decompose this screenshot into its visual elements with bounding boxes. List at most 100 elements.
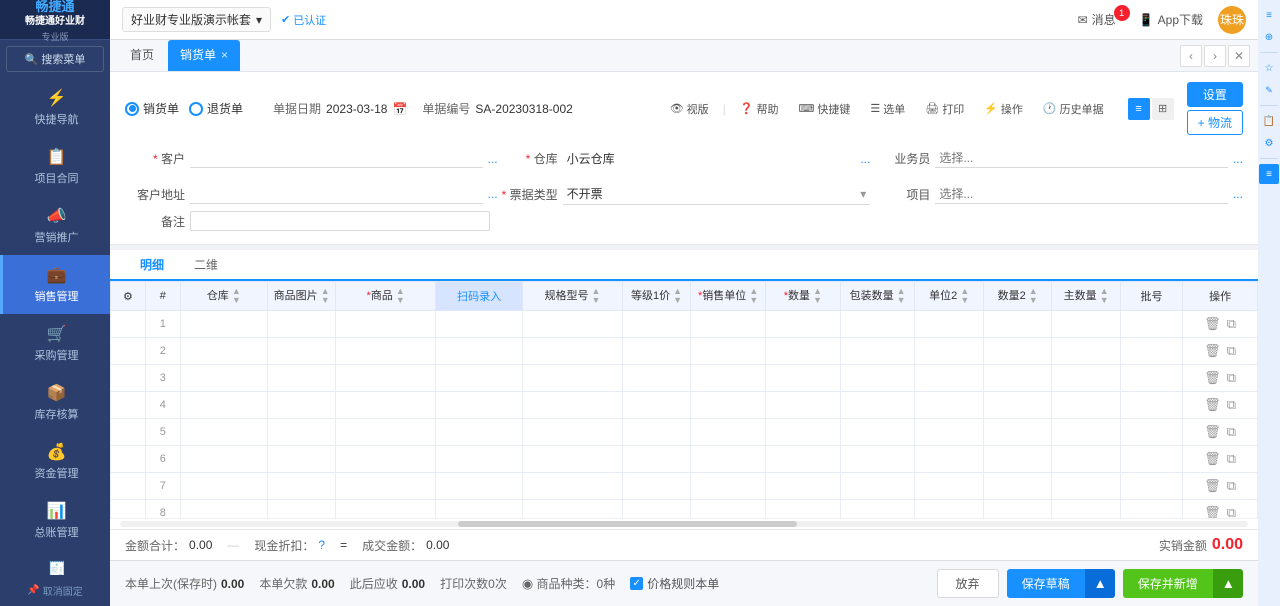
row-pack[interactable] [840, 338, 915, 365]
row-delete-btn[interactable]: 🗑 [1203, 342, 1222, 360]
rp-btn-6[interactable]: ⚙ [1259, 133, 1279, 153]
radio-return[interactable]: 退货单 [189, 100, 243, 117]
sidebar-item-marketing[interactable]: 📣 营销推广 [0, 196, 110, 255]
shortcut-btn[interactable]: ⌨ 快捷键 [792, 99, 856, 119]
operations-btn[interactable]: ⚡ 操作 [978, 99, 1029, 119]
row-entry[interactable] [436, 338, 523, 365]
row-qty2[interactable] [983, 338, 1051, 365]
sidebar-item-quicknav[interactable]: ⚡ 快捷导航 [0, 78, 110, 137]
row-goods[interactable] [336, 338, 436, 365]
tab-detail[interactable]: 明细 [125, 250, 179, 281]
row-entry[interactable] [436, 365, 523, 392]
select-btn[interactable]: ☰ 选单 [864, 99, 911, 119]
row-entry[interactable] [436, 473, 523, 500]
row-unit2[interactable] [915, 338, 983, 365]
row-unit2[interactable] [915, 419, 983, 446]
row-warehouse[interactable] [180, 500, 267, 518]
sidebar-item-accounting[interactable]: 📊 总账管理 [0, 491, 110, 550]
tab-next-btn[interactable]: › [1204, 45, 1226, 67]
row-unit[interactable] [691, 338, 766, 365]
row-unit[interactable] [691, 473, 766, 500]
sidebar-cancel-fixed[interactable]: 📌 取消固定 [0, 575, 110, 606]
row-grade[interactable] [622, 419, 690, 446]
sidebar-item-finance[interactable]: 💰 资金管理 [0, 432, 110, 491]
user-avatar-action[interactable]: 珠珠 [1218, 6, 1246, 34]
radio-sales[interactable]: 销货单 [125, 100, 179, 117]
row-main[interactable] [1052, 338, 1120, 365]
row-entry[interactable] [436, 419, 523, 446]
row-pack[interactable] [840, 500, 915, 518]
row-entry[interactable] [436, 446, 523, 473]
tab-prev-btn[interactable]: ‹ [1180, 45, 1202, 67]
row-unit[interactable] [691, 392, 766, 419]
rp-btn-3[interactable]: ☆ [1259, 58, 1279, 78]
message-action[interactable]: ✉ 消息 1 [1078, 11, 1124, 28]
data-table-wrapper[interactable]: ⚙ # 仓库 ▲▼ 商品图片 ▲▼ *商品 ▲▼ [110, 281, 1258, 518]
row-qty[interactable] [766, 311, 841, 338]
row-spec[interactable] [523, 419, 623, 446]
row-main[interactable] [1052, 500, 1120, 518]
row-delete-btn[interactable]: 🗑 [1203, 423, 1222, 441]
price-check-item[interactable]: ✓ 价格规则本单 [630, 575, 719, 592]
save-new-button[interactable]: 保存并新增 [1123, 569, 1213, 598]
row-unit2[interactable] [915, 365, 983, 392]
rp-btn-2[interactable]: ⊕ [1259, 27, 1279, 47]
rp-btn-5[interactable]: 📋 [1259, 111, 1279, 131]
history-btn[interactable]: 🕐 历史单据 [1037, 99, 1110, 119]
row-pack[interactable] [840, 473, 915, 500]
tab-close-icon[interactable]: × [221, 48, 228, 62]
row-qty[interactable] [766, 338, 841, 365]
row-spec[interactable] [523, 365, 623, 392]
row-main[interactable] [1052, 311, 1120, 338]
view-mode-grid-btn[interactable]: ⊞ [1152, 98, 1174, 120]
row-goods[interactable] [336, 419, 436, 446]
row-copy-btn[interactable]: ⧉ [1226, 423, 1237, 441]
setting-button[interactable]: 设置 [1187, 82, 1243, 107]
row-grade[interactable] [622, 338, 690, 365]
project-dots[interactable]: ... [1233, 187, 1243, 201]
row-main[interactable] [1052, 365, 1120, 392]
sidebar-item-purchase[interactable]: 🛒 采购管理 [0, 314, 110, 373]
row-copy-btn[interactable]: ⧉ [1226, 315, 1237, 333]
sidebar-search-area[interactable]: 🔍 搜索菜单 [0, 40, 110, 78]
row-qty[interactable] [766, 446, 841, 473]
row-spec[interactable] [523, 473, 623, 500]
row-goods[interactable] [336, 473, 436, 500]
th-gear[interactable]: ⚙ [111, 282, 146, 311]
row-main[interactable] [1052, 419, 1120, 446]
save-draft-button[interactable]: 保存草稿 [1007, 569, 1085, 598]
row-delete-btn[interactable]: 🗑 [1203, 504, 1222, 518]
rp-btn-1[interactable]: ≡ [1259, 5, 1279, 25]
row-batch[interactable] [1120, 338, 1182, 365]
row-qty[interactable] [766, 500, 841, 518]
staff-input[interactable] [935, 149, 1228, 168]
row-goods[interactable] [336, 365, 436, 392]
row-grade[interactable] [622, 365, 690, 392]
row-copy-btn[interactable]: ⧉ [1226, 450, 1237, 468]
sidebar-item-sales[interactable]: 💼 销售管理 [0, 255, 110, 314]
row-delete-btn[interactable]: 🗑 [1203, 369, 1222, 387]
row-batch[interactable] [1120, 419, 1182, 446]
row-qty2[interactable] [983, 419, 1051, 446]
row-warehouse[interactable] [180, 392, 267, 419]
invoice-select[interactable]: 不开票 ▾ [563, 183, 871, 205]
address-dots[interactable]: ... [488, 187, 498, 201]
row-copy-btn[interactable]: ⧉ [1226, 504, 1237, 518]
row-batch[interactable] [1120, 473, 1182, 500]
tab-2d[interactable]: 二维 [179, 250, 233, 281]
row-delete-btn[interactable]: 🗑 [1203, 315, 1222, 333]
view-mode-list-btn[interactable]: ≡ [1128, 98, 1150, 120]
row-batch[interactable] [1120, 365, 1182, 392]
sidebar-item-project[interactable]: 📋 项目合同 [0, 137, 110, 196]
sidebar-item-invoice[interactable]: 🧾 发票管理 [0, 550, 110, 575]
row-copy-btn[interactable]: ⧉ [1226, 342, 1237, 360]
tab-home[interactable]: 首页 [118, 40, 166, 71]
row-spec[interactable] [523, 500, 623, 518]
tab-close-btn[interactable]: ✕ [1228, 45, 1250, 67]
row-grade[interactable] [622, 311, 690, 338]
row-pack[interactable] [840, 446, 915, 473]
row-main[interactable] [1052, 392, 1120, 419]
save-new-arrow-button[interactable]: ▲ [1213, 569, 1243, 598]
row-qty2[interactable] [983, 365, 1051, 392]
tab-sales[interactable]: 销货单 × [168, 40, 240, 71]
